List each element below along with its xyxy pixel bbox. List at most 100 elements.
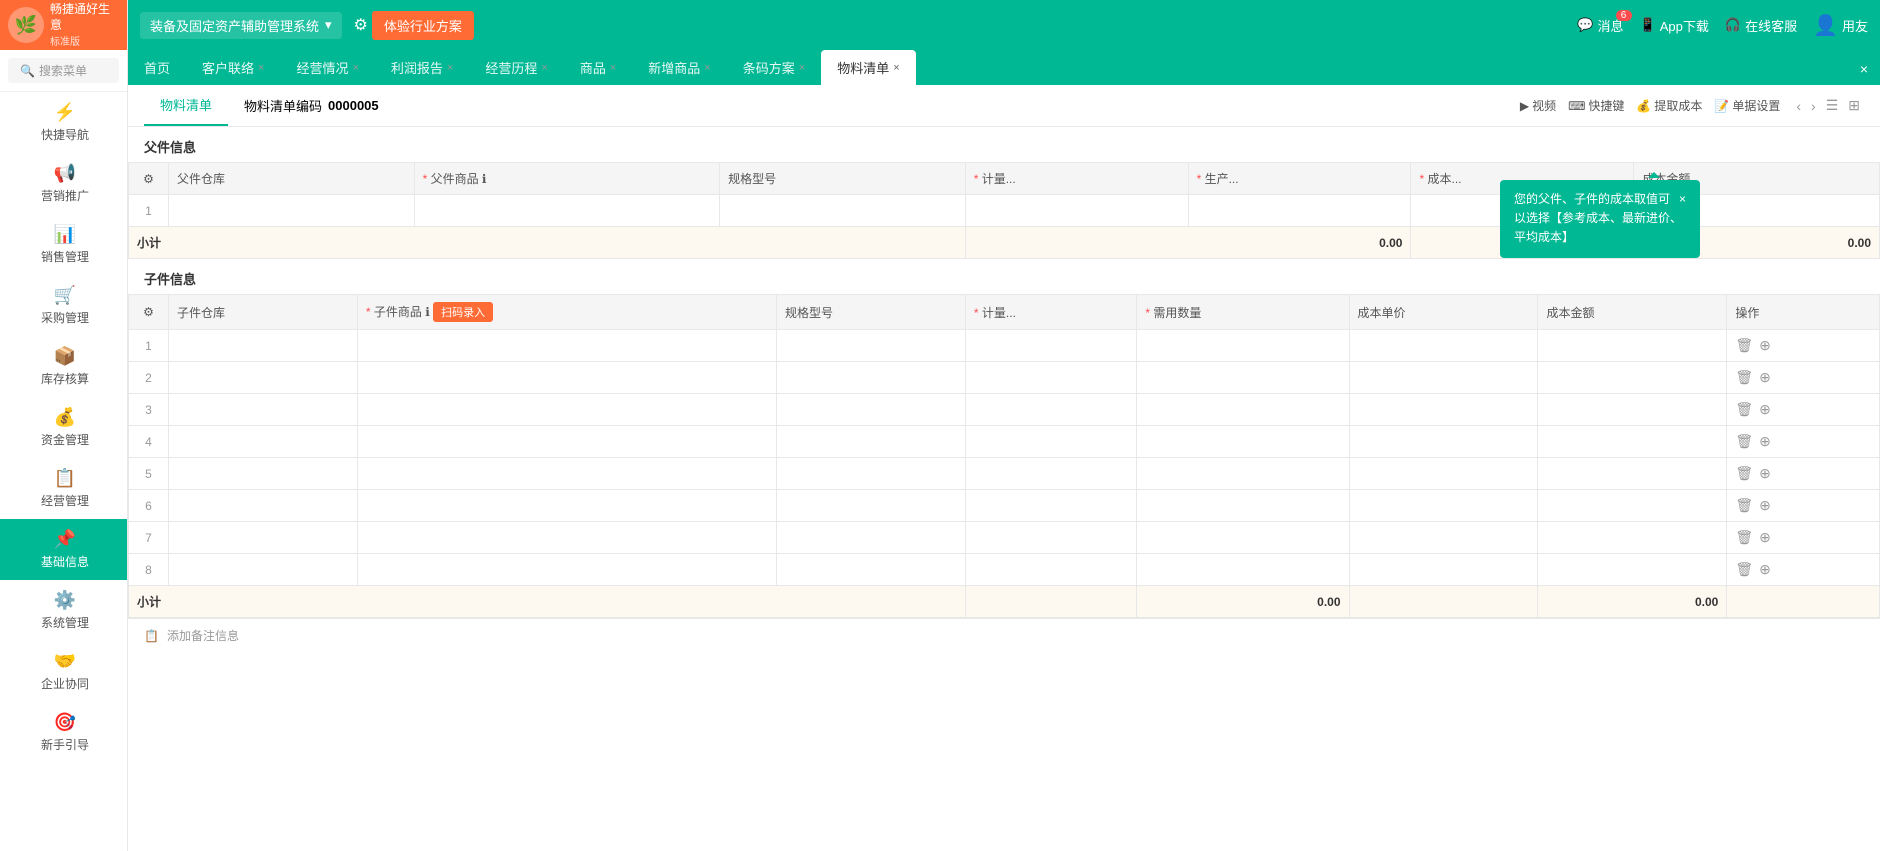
- app-download-btn[interactable]: 📱 App下载: [1640, 16, 1709, 35]
- child-cell-qty-3[interactable]: [1137, 426, 1349, 458]
- sidebar-item-3[interactable]: 📊销售管理: [0, 214, 127, 275]
- child-cell-unit-4[interactable]: [965, 458, 1136, 490]
- navtab-5[interactable]: 商品×: [564, 50, 632, 85]
- copy-icon-4[interactable]: ⊕: [1759, 465, 1771, 482]
- parent-col-settings[interactable]: ⚙: [129, 163, 169, 195]
- navtab-close-6[interactable]: ×: [704, 62, 710, 74]
- delete-icon-7[interactable]: 🗑: [1735, 561, 1753, 578]
- navtab-1[interactable]: 客户联络×: [186, 50, 280, 85]
- sidebar-item-1[interactable]: ⚡快捷导航: [0, 92, 127, 153]
- navtab-close-8[interactable]: ×: [893, 62, 899, 74]
- child-cell-amount-6[interactable]: [1538, 522, 1727, 554]
- sidebar-item-8[interactable]: 📌基础信息: [0, 519, 127, 580]
- navtab-6[interactable]: 新增商品×: [632, 50, 726, 85]
- navtab-7[interactable]: 条码方案×: [727, 50, 821, 85]
- navtab-close-5[interactable]: ×: [610, 62, 616, 74]
- child-cell-warehouse-5[interactable]: [169, 490, 358, 522]
- child-cell-spec-4[interactable]: [777, 458, 966, 490]
- message-btn[interactable]: 💬 消息 6: [1577, 16, 1623, 35]
- delete-icon-3[interactable]: 🗑: [1735, 433, 1753, 450]
- child-cell-spec-7[interactable]: [777, 554, 966, 586]
- child-cell-amount-0[interactable]: [1538, 330, 1727, 362]
- child-cell-amount-4[interactable]: [1538, 458, 1727, 490]
- child-cell-product-4[interactable]: [357, 458, 776, 490]
- navtab-close-all[interactable]: ×: [1848, 53, 1880, 85]
- prev-arrow[interactable]: ‹: [1792, 96, 1805, 116]
- child-cell-unit-0[interactable]: [965, 330, 1136, 362]
- navtab-8[interactable]: 物料清单×: [821, 50, 915, 85]
- child-cell-spec-1[interactable]: [777, 362, 966, 394]
- child-cell-unit-7[interactable]: [965, 554, 1136, 586]
- sidebar-item-11[interactable]: 🎯新手引导: [0, 702, 127, 763]
- child-cell-warehouse-6[interactable]: [169, 522, 358, 554]
- navtab-close-3[interactable]: ×: [447, 62, 453, 74]
- scan-button[interactable]: 扫码录入: [433, 302, 493, 322]
- child-cell-spec-0[interactable]: [777, 330, 966, 362]
- subtab-bill-of-materials[interactable]: 物料清单: [144, 85, 228, 126]
- child-cell-product-5[interactable]: [357, 490, 776, 522]
- child-cell-amount-5[interactable]: [1538, 490, 1727, 522]
- child-cell-qty-5[interactable]: [1137, 490, 1349, 522]
- navtab-2[interactable]: 经营情况×: [280, 50, 374, 85]
- parent-cell-product[interactable]: [414, 195, 720, 227]
- parent-cell-warehouse[interactable]: [169, 195, 415, 227]
- delete-icon-4[interactable]: 🗑: [1735, 465, 1753, 482]
- copy-icon-2[interactable]: ⊕: [1759, 401, 1771, 418]
- child-cell-unit-5[interactable]: [965, 490, 1136, 522]
- child-cell-warehouse-3[interactable]: [169, 426, 358, 458]
- child-cell-warehouse-4[interactable]: [169, 458, 358, 490]
- child-cell-spec-6[interactable]: [777, 522, 966, 554]
- sidebar-search[interactable]: 🔍 搜索菜单: [0, 50, 127, 92]
- copy-icon-7[interactable]: ⊕: [1759, 561, 1771, 578]
- action-video[interactable]: ▶ 视频: [1520, 97, 1556, 114]
- child-cell-unit-6[interactable]: [965, 522, 1136, 554]
- action-shortcut[interactable]: ⌨ 快捷键: [1568, 97, 1624, 114]
- sidebar-item-5[interactable]: 📦库存核算: [0, 336, 127, 397]
- next-arrow[interactable]: ›: [1807, 96, 1820, 116]
- action-extract-cost[interactable]: 💰 提取成本: [1636, 97, 1702, 114]
- child-cell-qty-6[interactable]: [1137, 522, 1349, 554]
- sidebar-item-10[interactable]: 🤝企业协同: [0, 641, 127, 702]
- navtab-4[interactable]: 经营历程×: [469, 50, 563, 85]
- child-cell-unitprice-0[interactable]: [1349, 330, 1538, 362]
- child-cell-unitprice-2[interactable]: [1349, 394, 1538, 426]
- online-service-btn[interactable]: 🎧 在线客服: [1725, 16, 1797, 35]
- child-cell-unitprice-1[interactable]: [1349, 362, 1538, 394]
- delete-icon-1[interactable]: 🗑: [1735, 369, 1753, 386]
- sidebar-item-2[interactable]: 📢营销推广: [0, 153, 127, 214]
- child-cell-product-2[interactable]: [357, 394, 776, 426]
- sidebar-item-4[interactable]: 🛒采购管理: [0, 275, 127, 336]
- child-cell-spec-5[interactable]: [777, 490, 966, 522]
- parent-cell-production[interactable]: [1188, 195, 1411, 227]
- user-btn[interactable]: 👤 用友: [1813, 13, 1868, 38]
- child-cell-warehouse-7[interactable]: [169, 554, 358, 586]
- child-cell-unitprice-4[interactable]: [1349, 458, 1538, 490]
- child-cell-amount-7[interactable]: [1538, 554, 1727, 586]
- expand-icon[interactable]: ⊞: [1844, 95, 1864, 116]
- navtab-close-1[interactable]: ×: [258, 62, 264, 74]
- child-cell-warehouse-0[interactable]: [169, 330, 358, 362]
- navtab-close-2[interactable]: ×: [352, 62, 358, 74]
- settings-icon[interactable]: ⚙: [354, 15, 368, 35]
- child-cell-warehouse-1[interactable]: [169, 362, 358, 394]
- sidebar-item-7[interactable]: 📋经营管理: [0, 458, 127, 519]
- child-cell-product-6[interactable]: [357, 522, 776, 554]
- child-cell-unitprice-6[interactable]: [1349, 522, 1538, 554]
- tooltip-close-btn[interactable]: ×: [1679, 190, 1686, 209]
- child-cell-qty-4[interactable]: [1137, 458, 1349, 490]
- delete-icon-5[interactable]: 🗑: [1735, 497, 1753, 514]
- child-col-settings[interactable]: ⚙: [129, 295, 169, 330]
- copy-icon-1[interactable]: ⊕: [1759, 369, 1771, 386]
- child-cell-unit-2[interactable]: [965, 394, 1136, 426]
- topbar-system[interactable]: 装备及固定资产辅助管理系统 ▾: [140, 12, 342, 39]
- parent-cell-unit[interactable]: [965, 195, 1188, 227]
- child-cell-qty-1[interactable]: [1137, 362, 1349, 394]
- child-cell-product-0[interactable]: [357, 330, 776, 362]
- delete-icon-2[interactable]: 🗑: [1735, 401, 1753, 418]
- child-cell-unitprice-7[interactable]: [1349, 554, 1538, 586]
- child-cell-product-1[interactable]: [357, 362, 776, 394]
- parent-cell-spec[interactable]: [720, 195, 966, 227]
- navtab-3[interactable]: 利润报告×: [375, 50, 469, 85]
- trial-button[interactable]: 体验行业方案: [372, 11, 474, 40]
- copy-icon-3[interactable]: ⊕: [1759, 433, 1771, 450]
